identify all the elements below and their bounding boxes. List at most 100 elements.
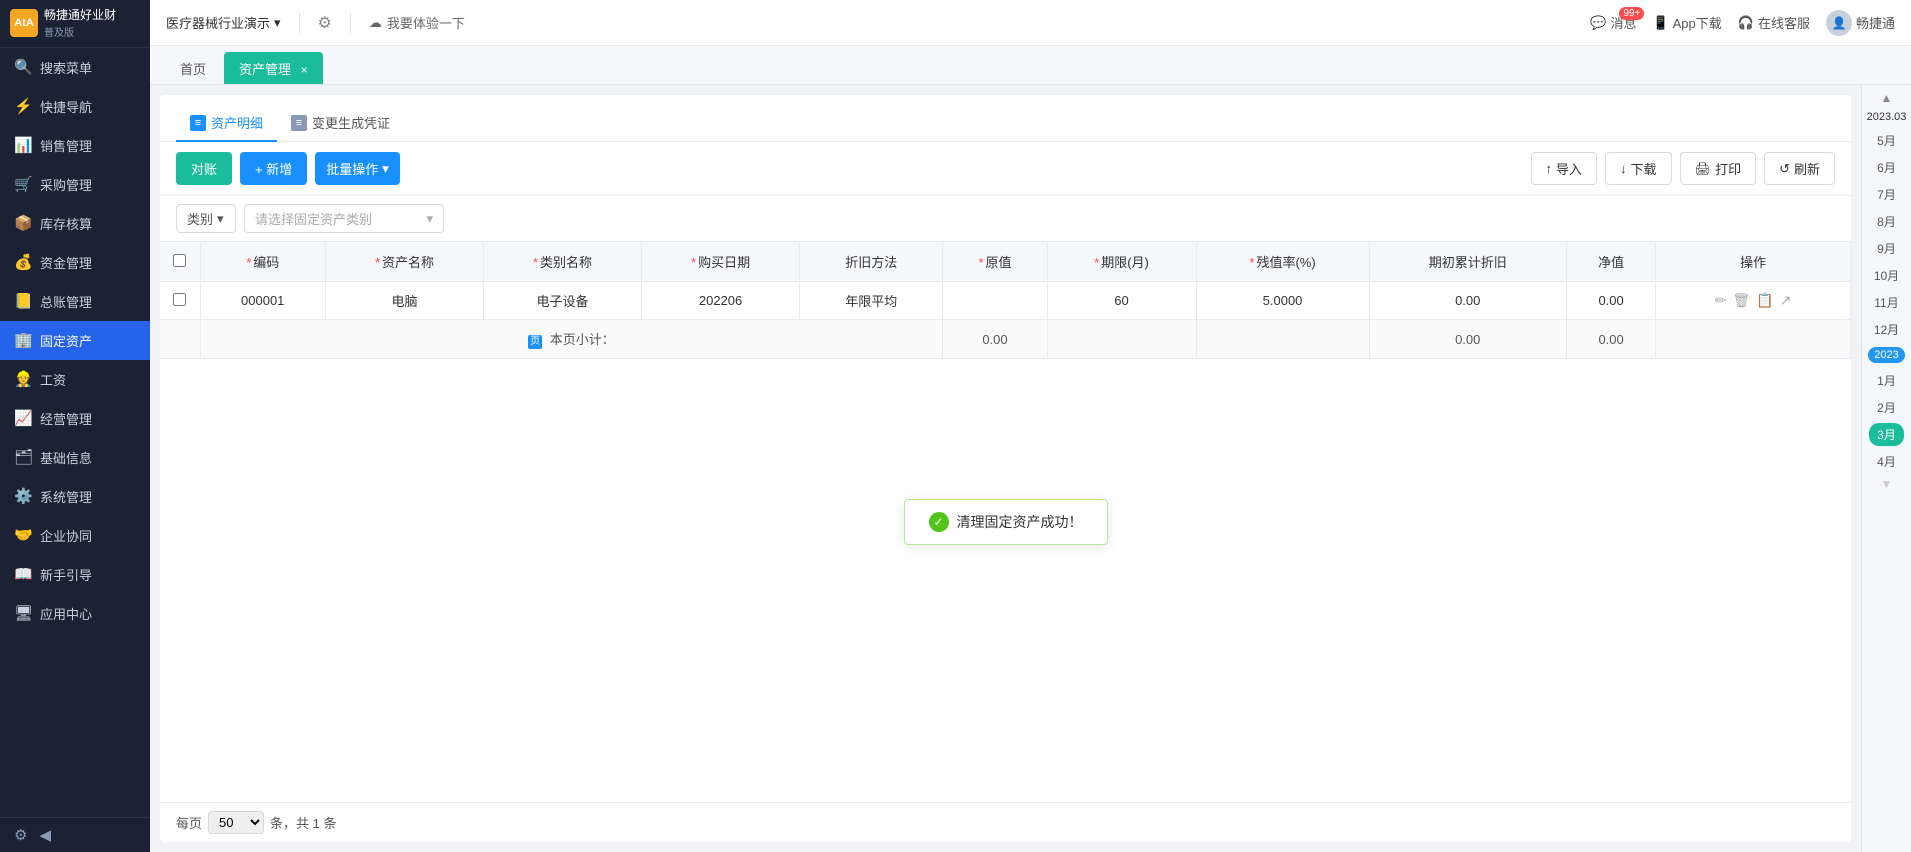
user-menu[interactable]: 👤 畅捷通 [1826,10,1895,36]
print-button[interactable]: 🖨 打印 [1680,152,1757,185]
timeline-month-10[interactable]: 10月 [1862,262,1911,289]
tab-home[interactable]: 首页 [166,53,220,84]
sidebar-item-sales[interactable]: 📊 销售管理 [0,126,150,165]
main-content: 医疗器械行业演示 ▾ ⚙ ☁ 我要体验一下 💬 消息 99+ 📱 App下载 🎧… [150,0,1911,852]
timeline-year-2023[interactable]: 2023 [1868,347,1904,363]
cloud-icon: ☁ [369,15,382,31]
sidebar-item-funds[interactable]: 💰 资金管理 [0,243,150,282]
reconcile-button[interactable]: 对账 [176,152,232,185]
timeline-month-1[interactable]: 1月 [1862,367,1911,394]
row-original-value [943,282,1047,320]
fixed-assets-icon: 🏢 [14,331,32,349]
funds-icon: 💰 [14,253,32,271]
edit-icon[interactable]: ✏ [1715,292,1727,309]
sidebar-item-collab[interactable]: 🤝 企业协同 [0,516,150,555]
tab-asset-management[interactable]: 资产管理 × [224,52,323,84]
online-service-btn[interactable]: 🎧 在线客服 [1738,13,1810,32]
tabbar: 首页 资产管理 × [150,46,1911,85]
download-icon: ↓ [1620,161,1627,176]
company-dropdown-icon: ▾ [274,15,281,31]
panel-up-icon[interactable]: ▲ [1879,89,1895,107]
success-message: 清理固定资产成功！ [957,512,1083,532]
sidebar-item-app-center[interactable]: 🖥 应用中心 [0,594,150,633]
category-search-input[interactable]: 请选择固定资产类别 ▾ [244,204,444,233]
header-code: *编码 [200,242,325,282]
sidebar-item-search[interactable]: 🔍 搜索菜单 [0,48,150,87]
header-initial-depreciation: 期初累计折旧 [1369,242,1566,282]
sidebar: AtA 畅捷通好业财 普及版 🔍 搜索菜单 ⚡ 快捷导航 📊 销售管理 🛒 采购… [0,0,150,852]
sidebar-item-label: 应用中心 [40,604,92,623]
topbar: 医疗器械行业演示 ▾ ⚙ ☁ 我要体验一下 💬 消息 99+ 📱 App下载 🎧… [150,0,1911,46]
panel-down-arrow[interactable]: ▼ [1879,475,1895,493]
settings-bottom-icon[interactable]: ⚙ [14,826,27,844]
sidebar-item-guide[interactable]: 📖 新手引导 [0,555,150,594]
sub-tab-voucher-gen[interactable]: ≡ 变更生成凭证 [277,105,404,142]
total-count: 条，共 1 条 [270,813,336,832]
sub-tab-asset-detail[interactable]: ≡ 资产明细 [176,105,277,142]
sub-tabs: ≡ 资产明细 ≡ 变更生成凭证 [160,95,1851,142]
app-title: 畅捷通好业财 [44,8,116,24]
headset-icon: 🎧 [1738,15,1754,31]
timeline-month-3-current[interactable]: 3月 [1869,423,1904,446]
timeline-month-2[interactable]: 2月 [1862,394,1911,421]
sidebar-item-system[interactable]: ⚙️ 系统管理 [0,477,150,516]
timeline-month-6[interactable]: 6月 [1862,154,1911,181]
refresh-label: 刷新 [1794,159,1820,178]
new-button[interactable]: + 新增 [240,152,307,185]
sidebar-item-quick-nav[interactable]: ⚡ 快捷导航 [0,87,150,126]
select-all-checkbox[interactable] [173,254,186,267]
sidebar-item-inventory[interactable]: 📦 库存核算 [0,204,150,243]
system-icon: ⚙️ [14,487,32,505]
sidebar-item-operations[interactable]: 📈 经营管理 [0,399,150,438]
company-selector[interactable]: 医疗器械行业演示 ▾ [166,13,281,32]
sidebar-item-purchase[interactable]: 🛒 采购管理 [0,165,150,204]
tab-home-label: 首页 [180,62,206,77]
user-name: 畅捷通 [1856,13,1895,32]
assets-table: *编码 *资产名称 *类别名称 *购买日期 折旧方法 *原值 *期限(月) *残… [160,242,1851,359]
refresh-icon: ↺ [1779,161,1790,177]
timeline-month-9[interactable]: 9月 [1862,235,1911,262]
timeline-month-12[interactable]: 12月 [1862,316,1911,343]
batch-ops-button[interactable]: 批量操作 ▾ [315,152,400,185]
row-residual-rate: 5.0000 [1196,282,1369,320]
sidebar-item-ledger[interactable]: 📒 总账管理 [0,282,150,321]
timeline-month-7[interactable]: 7月 [1862,181,1911,208]
header-net-value: 净值 [1566,242,1655,282]
more-icon[interactable]: ↗ [1780,292,1792,309]
category-dropdown-icon: ▾ [217,211,224,227]
page-body: ≡ 资产明细 ≡ 变更生成凭证 对账 + 新增 批量操作 ▾ ↑ [150,85,1911,852]
sidebar-item-label: 工资 [40,370,66,389]
tab-close-icon[interactable]: × [301,63,308,77]
per-page-select[interactable]: 50 100 200 [208,811,264,834]
collab-icon: 🤝 [14,526,32,544]
success-toast: ✓ 清理固定资产成功！ [904,499,1108,545]
delete-icon[interactable]: 🗑 [1733,292,1751,309]
message-btn[interactable]: 💬 消息 99+ [1590,13,1636,32]
company-name: 医疗器械行业演示 [166,13,270,32]
sidebar-item-label: 总账管理 [40,292,92,311]
timeline-month-5[interactable]: 5月 [1862,127,1911,154]
import-button[interactable]: ↑ 导入 [1531,152,1598,185]
timeline-month-4[interactable]: 4月 [1862,448,1911,475]
tab-asset-label: 资产管理 [239,62,291,77]
sidebar-item-payroll[interactable]: 👷 工资 [0,360,150,399]
app-logo: AtA [10,9,38,37]
sidebar-item-fixed-assets[interactable]: 🏢 固定资产 [0,321,150,360]
header-checkbox-cell [160,242,200,282]
table-container: *编码 *资产名称 *类别名称 *购买日期 折旧方法 *原值 *期限(月) *残… [160,242,1851,802]
timeline-month-11[interactable]: 11月 [1862,289,1911,316]
copy-icon[interactable]: 📋 [1756,292,1773,309]
sidebar-item-basic-info[interactable]: 🗂 基础信息 [0,438,150,477]
row-checkbox[interactable] [173,293,186,306]
collapse-icon[interactable]: ◀ [39,826,51,844]
operations-icon: 📈 [14,409,32,427]
experience-btn[interactable]: ☁ 我要体验一下 [369,13,465,32]
app-download-btn[interactable]: 📱 App下载 [1652,13,1721,32]
timeline-month-8[interactable]: 8月 [1862,208,1911,235]
gear-icon[interactable]: ⚙ [318,13,332,33]
sidebar-item-label: 采购管理 [40,175,92,194]
refresh-button[interactable]: ↺ 刷新 [1764,152,1835,185]
download-button[interactable]: ↓ 下载 [1605,152,1672,185]
action-cell: ✏ 🗑 📋 ↗ [1664,292,1842,309]
category-filter[interactable]: 类别 ▾ [176,204,236,233]
